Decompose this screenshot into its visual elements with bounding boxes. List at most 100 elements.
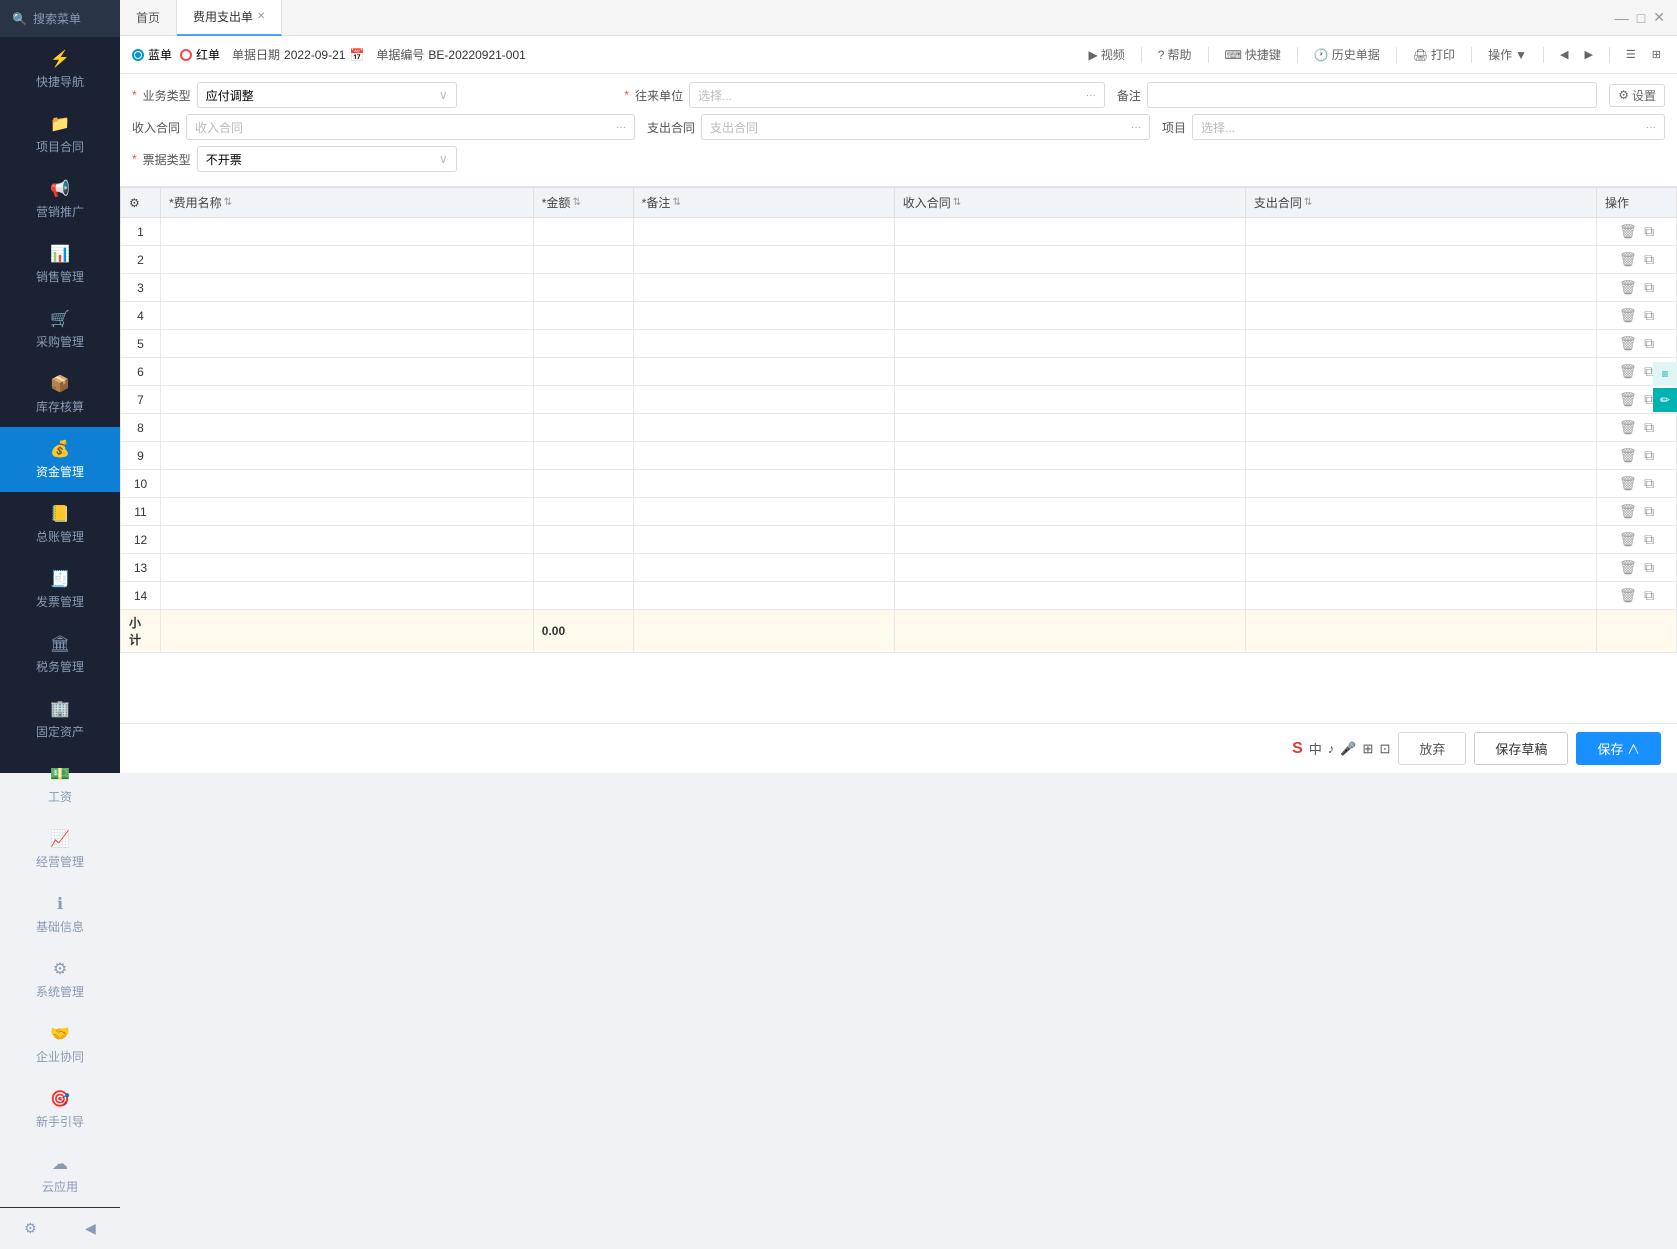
th-gear[interactable]: ⚙ xyxy=(121,188,161,218)
toolbar-help-btn[interactable]: ? 帮助 xyxy=(1154,44,1196,65)
save-draft-button[interactable]: 保存草稿 xyxy=(1474,732,1568,765)
row-expense-contract-11[interactable] xyxy=(1245,498,1596,526)
toolbar-print-btn[interactable]: 🖨 打印 xyxy=(1409,44,1459,65)
row-expense-contract-1[interactable] xyxy=(1245,218,1596,246)
row-delete-btn-4[interactable]: 🗑 xyxy=(1619,307,1637,323)
row-expense-name-2[interactable] xyxy=(161,246,534,274)
row-expense-contract-2[interactable] xyxy=(1245,246,1596,274)
row-note-1[interactable] xyxy=(633,218,894,246)
bottom-icon-mic[interactable]: 🎤 xyxy=(1340,741,1356,757)
row-income-contract-4[interactable] xyxy=(894,302,1245,330)
row-amount-5[interactable] xyxy=(533,330,633,358)
row-delete-btn-2[interactable]: 🗑 xyxy=(1619,251,1637,267)
save-button[interactable]: 保存 ∧ xyxy=(1576,732,1661,765)
row-amount-8[interactable] xyxy=(533,414,633,442)
row-copy-btn-5[interactable]: ⧉ xyxy=(1644,335,1654,351)
row-amount-10[interactable] xyxy=(533,470,633,498)
toolbar-shortcut-btn[interactable]: ⌨ 快捷键 xyxy=(1221,44,1285,65)
sidebar-item-cloud-apps[interactable]: ☁云应用 xyxy=(0,1142,120,1207)
sort-expense-name[interactable]: ⇅ xyxy=(224,197,232,208)
sidebar-item-basic-info[interactable]: ℹ基础信息 xyxy=(0,882,120,947)
expense-contract-input[interactable]: 支出合同 ··· xyxy=(701,114,1150,140)
row-copy-btn-11[interactable]: ⧉ xyxy=(1644,503,1654,519)
row-copy-btn-13[interactable]: ⧉ xyxy=(1644,559,1654,575)
invoice-type-input[interactable]: 不开票 ∨ xyxy=(197,146,457,172)
toolbar-nav-prev-btn[interactable]: ◀ xyxy=(1556,46,1572,63)
row-income-contract-2[interactable] xyxy=(894,246,1245,274)
row-income-contract-11[interactable] xyxy=(894,498,1245,526)
row-expense-name-13[interactable] xyxy=(161,554,534,582)
row-copy-btn-3[interactable]: ⧉ xyxy=(1644,279,1654,295)
sidebar-item-salary[interactable]: 💵工资 xyxy=(0,752,120,817)
row-delete-btn-12[interactable]: 🗑 xyxy=(1619,531,1637,547)
float-btn-2[interactable]: ✏ xyxy=(1653,388,1677,412)
tab-expense-slip[interactable]: 费用支出单 ✕ xyxy=(177,0,282,36)
sort-income-contract[interactable]: ⇅ xyxy=(953,197,961,208)
sidebar-item-enterprise[interactable]: 🤝企业协同 xyxy=(0,1012,120,1077)
row-note-5[interactable] xyxy=(633,330,894,358)
toolbar-video-btn[interactable]: ▶ 视频 xyxy=(1085,44,1129,65)
row-income-contract-13[interactable] xyxy=(894,554,1245,582)
row-amount-4[interactable] xyxy=(533,302,633,330)
row-note-2[interactable] xyxy=(633,246,894,274)
toolbar-grid-view-btn[interactable]: ⊞ xyxy=(1648,46,1665,63)
row-copy-btn-2[interactable]: ⧉ xyxy=(1644,251,1654,267)
row-delete-btn-7[interactable]: 🗑 xyxy=(1619,391,1637,407)
partner-ellipsis[interactable]: ··· xyxy=(1086,90,1096,101)
sidebar-item-invoice[interactable]: 🧾发票管理 xyxy=(0,557,120,622)
bottom-icon-chinese[interactable]: 中 xyxy=(1309,739,1322,758)
row-delete-btn-1[interactable]: 🗑 xyxy=(1619,223,1637,239)
row-note-3[interactable] xyxy=(633,274,894,302)
row-expense-contract-9[interactable] xyxy=(1245,442,1596,470)
row-expense-name-1[interactable] xyxy=(161,218,534,246)
sidebar-item-capital[interactable]: 💰资金管理 xyxy=(0,427,120,492)
row-note-4[interactable] xyxy=(633,302,894,330)
bottom-icon-grid[interactable]: ⊞ xyxy=(1363,741,1374,757)
row-income-contract-14[interactable] xyxy=(894,582,1245,610)
settings-button[interactable]: ⚙ 设置 xyxy=(1609,84,1665,107)
row-amount-12[interactable] xyxy=(533,526,633,554)
calendar-icon[interactable]: 📅 xyxy=(349,48,364,62)
discard-button[interactable]: 放弃 xyxy=(1398,732,1466,765)
row-note-6[interactable] xyxy=(633,358,894,386)
sidebar-search[interactable]: 🔍 搜索菜单 xyxy=(0,0,120,37)
row-note-8[interactable] xyxy=(633,414,894,442)
float-btn-1[interactable]: ≡ xyxy=(1653,362,1677,386)
row-expense-contract-4[interactable] xyxy=(1245,302,1596,330)
sort-expense-contract[interactable]: ⇅ xyxy=(1304,197,1312,208)
sidebar-item-fixed-assets[interactable]: 🏢固定资产 xyxy=(0,687,120,752)
row-amount-3[interactable] xyxy=(533,274,633,302)
row-note-11[interactable] xyxy=(633,498,894,526)
sidebar-item-operations[interactable]: 📈经营管理 xyxy=(0,817,120,882)
row-income-contract-5[interactable] xyxy=(894,330,1245,358)
gear-icon-table[interactable]: ⚙ xyxy=(129,196,140,210)
sidebar-item-inventory[interactable]: 📦库存核算 xyxy=(0,362,120,427)
row-note-13[interactable] xyxy=(633,554,894,582)
row-income-contract-9[interactable] xyxy=(894,442,1245,470)
row-income-contract-12[interactable] xyxy=(894,526,1245,554)
row-expense-contract-13[interactable] xyxy=(1245,554,1596,582)
row-copy-btn-14[interactable]: ⧉ xyxy=(1644,587,1654,603)
row-expense-name-4[interactable] xyxy=(161,302,534,330)
row-expense-contract-14[interactable] xyxy=(1245,582,1596,610)
row-copy-btn-4[interactable]: ⧉ xyxy=(1644,307,1654,323)
sidebar-item-sales[interactable]: 📊销售管理 xyxy=(0,232,120,297)
toolbar-nav-next-btn[interactable]: ▶ xyxy=(1580,46,1596,63)
row-expense-name-7[interactable] xyxy=(161,386,534,414)
row-note-10[interactable] xyxy=(633,470,894,498)
row-delete-btn-8[interactable]: 🗑 xyxy=(1619,419,1637,435)
bottom-icon-music[interactable]: ♪ xyxy=(1328,741,1335,756)
row-delete-btn-11[interactable]: 🗑 xyxy=(1619,503,1637,519)
expense-contract-ellipsis[interactable]: ··· xyxy=(1131,122,1141,133)
row-expense-name-8[interactable] xyxy=(161,414,534,442)
sort-amount[interactable]: ⇅ xyxy=(572,197,580,208)
row-note-12[interactable] xyxy=(633,526,894,554)
row-delete-btn-14[interactable]: 🗑 xyxy=(1619,587,1637,603)
row-copy-btn-10[interactable]: ⧉ xyxy=(1644,475,1654,491)
row-expense-name-9[interactable] xyxy=(161,442,534,470)
row-income-contract-6[interactable] xyxy=(894,358,1245,386)
row-expense-contract-5[interactable] xyxy=(1245,330,1596,358)
sidebar-item-ledger[interactable]: 📒总账管理 xyxy=(0,492,120,557)
row-expense-contract-6[interactable] xyxy=(1245,358,1596,386)
sidebar-item-new-guide[interactable]: 🎯新手引导 xyxy=(0,1077,120,1142)
